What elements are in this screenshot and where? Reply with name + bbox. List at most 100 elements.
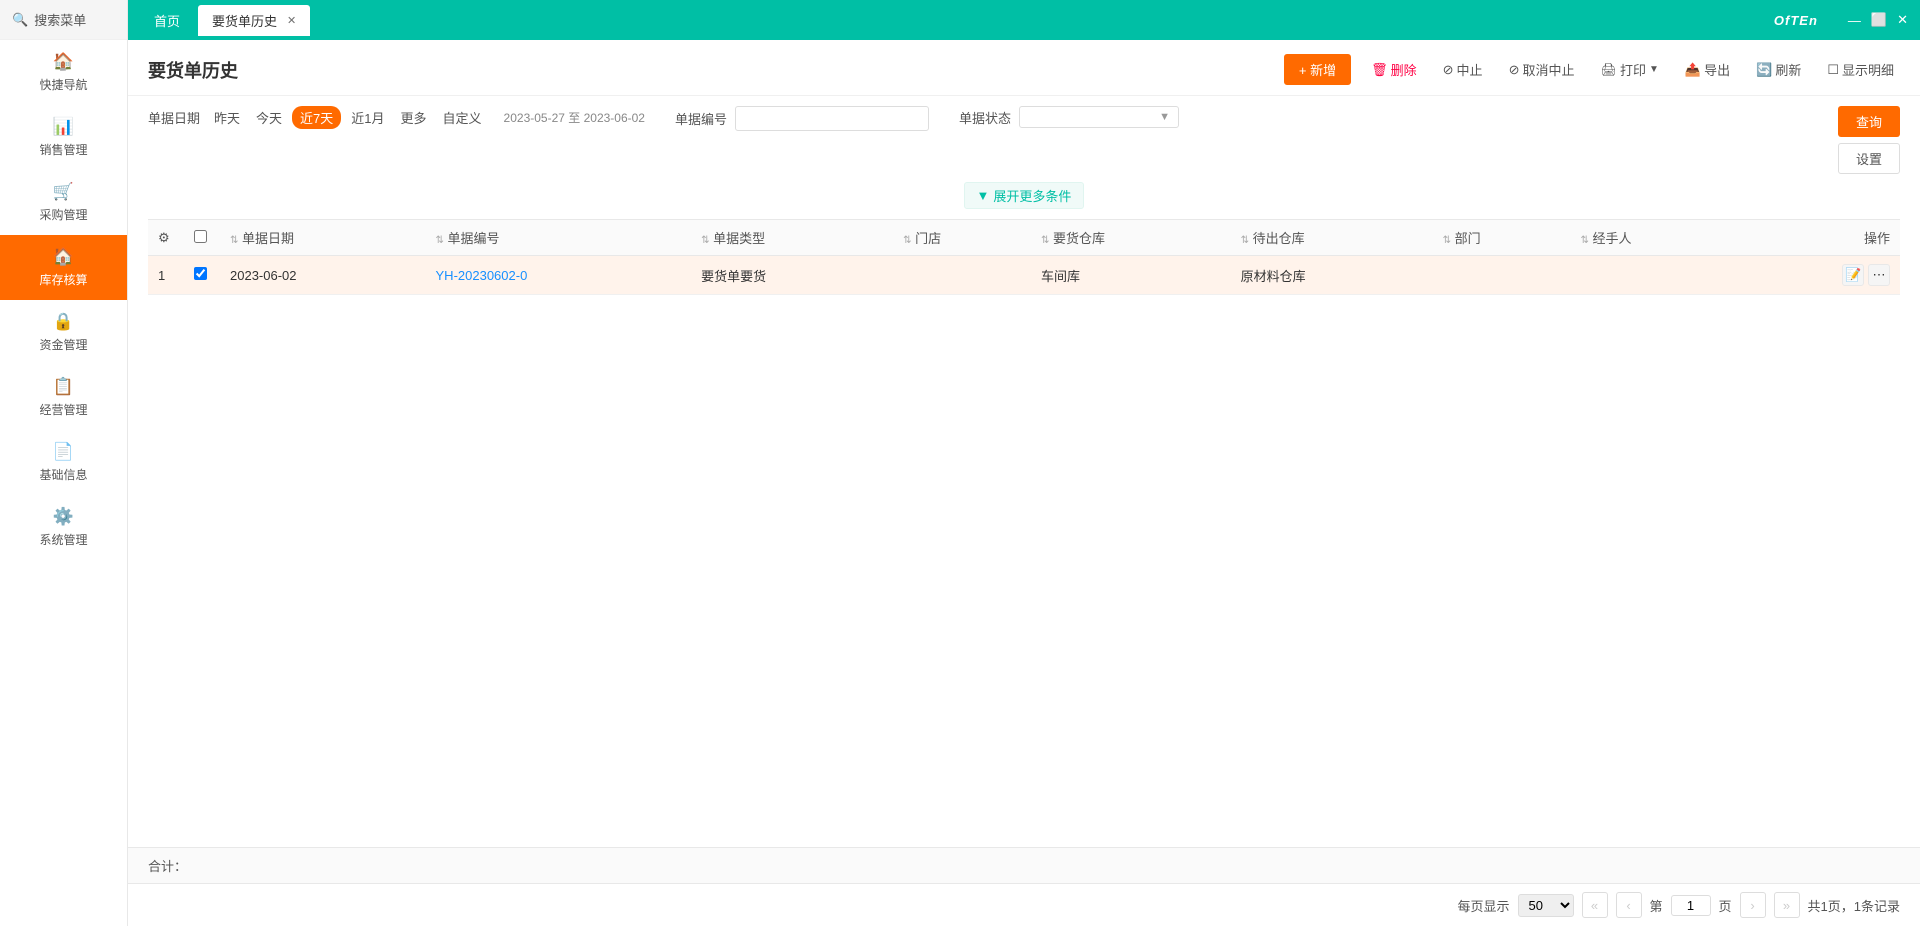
sidebar-item-operation[interactable]: 📋 经营管理 xyxy=(0,365,127,430)
basic-icon: 📄 xyxy=(53,442,74,462)
date-filters: 昨天 今天 近7天 近1月 更多 自定义 xyxy=(208,106,488,129)
operation-icon: 📋 xyxy=(53,377,74,397)
brand-label: OfTEn xyxy=(1774,13,1818,28)
page-number-input[interactable]: 1 xyxy=(1671,895,1711,916)
per-page-label: 每页显示 xyxy=(1457,896,1509,915)
col-header-pending-warehouse[interactable]: ⇅ 待出仓库 xyxy=(1231,220,1433,256)
refresh-button[interactable]: 🔄 刷新 xyxy=(1750,56,1807,83)
query-button[interactable]: 查询 xyxy=(1838,106,1900,137)
col-header-date[interactable]: ⇅ 单据日期 xyxy=(220,220,426,256)
delete-button[interactable]: 🗑 删除 xyxy=(1365,56,1423,83)
sidebar-item-system[interactable]: ⚙️ 系统管理 xyxy=(0,495,127,560)
sales-icon: 📊 xyxy=(53,117,74,137)
new-button[interactable]: + 新增 xyxy=(1284,54,1351,85)
sort-icon: ⇅ xyxy=(903,235,911,246)
row-dept xyxy=(1433,256,1571,295)
docstatus-select[interactable]: ▼ xyxy=(1019,106,1179,128)
date-btn-1month[interactable]: 近1月 xyxy=(345,106,390,129)
sidebar-item-sales[interactable]: 📊 销售管理 xyxy=(0,105,127,170)
first-page-button[interactable]: « xyxy=(1582,892,1608,918)
col-header-action: 操作 xyxy=(1739,220,1900,256)
date-btn-more[interactable]: 更多 xyxy=(395,106,433,129)
row-store xyxy=(893,256,1031,295)
row-docno-link[interactable]: YH-20230602-0 xyxy=(436,268,528,283)
sidebar-item-basic[interactable]: 📄 基础信息 xyxy=(0,430,127,495)
print-dropdown-icon: ▼ xyxy=(1649,64,1659,75)
sidebar-item-quick-nav[interactable]: 🏠 快捷导航 xyxy=(0,40,127,105)
maximize-button[interactable]: ⬜ xyxy=(1871,12,1887,28)
sidebar-item-label: 基础信息 xyxy=(39,466,87,483)
col-header-doctype[interactable]: ⇅ 单据类型 xyxy=(691,220,893,256)
finance-icon: 🔒 xyxy=(53,312,74,332)
date-btn-7days[interactable]: 近7天 xyxy=(292,106,341,129)
row-checkbox[interactable] xyxy=(184,256,220,295)
system-icon: ⚙️ xyxy=(53,507,74,527)
sidebar-item-purchase[interactable]: 🛒 采购管理 xyxy=(0,170,127,235)
tab-close-icon[interactable]: ✕ xyxy=(287,14,296,27)
sidebar-item-label: 资金管理 xyxy=(39,336,87,353)
row-docno: YH-20230602-0 xyxy=(426,256,692,295)
sidebar-item-label: 系统管理 xyxy=(39,531,87,548)
per-page-select[interactable]: 50 100 200 xyxy=(1518,894,1574,917)
date-btn-custom[interactable]: 自定义 xyxy=(437,106,488,129)
date-btn-yesterday[interactable]: 昨天 xyxy=(208,106,246,129)
sidebar-search[interactable]: 🔍 搜索菜单 xyxy=(0,0,127,40)
checkbox-icon: ☐ xyxy=(1827,62,1839,78)
table-footer: 合计： xyxy=(128,847,1920,883)
row-edit-button[interactable]: 📝 xyxy=(1842,264,1864,286)
stop-label: 中止 xyxy=(1457,60,1483,79)
col-header-handler[interactable]: ⇅ 经手人 xyxy=(1571,220,1740,256)
filter-main-row: 单据日期 昨天 今天 近7天 近1月 更多 自定义 2023-05-27 至 2… xyxy=(148,106,1900,174)
col-header-docno[interactable]: ⇅ 单据编号 xyxy=(426,220,692,256)
print-button[interactable]: 🖨 打印 ▼ xyxy=(1594,56,1664,83)
next-page-button[interactable]: › xyxy=(1740,892,1766,918)
topbar: 首页 要货单历史 ✕ OfTEn — ⬜ ✕ xyxy=(128,0,1920,40)
close-button[interactable]: ✕ xyxy=(1897,12,1908,28)
sort-icon: ⇅ xyxy=(1041,235,1049,246)
filter-settings-button[interactable]: 设置 xyxy=(1838,143,1900,174)
col-header-settings[interactable]: ⚙ xyxy=(148,220,184,256)
date-range: 2023-05-27 至 2023-06-02 xyxy=(504,109,645,126)
select-all-checkbox[interactable] xyxy=(194,230,207,243)
sort-icon: ⇅ xyxy=(436,235,444,246)
sidebar-item-label: 库存核算 xyxy=(39,271,87,288)
print-icon: 🖨 xyxy=(1600,62,1617,78)
date-filter-col: 单据日期 昨天 今天 近7天 近1月 更多 自定义 2023-05-27 至 2… xyxy=(148,106,645,129)
docstatus-filter-label: 单据状态 xyxy=(959,108,1011,127)
last-page-button[interactable]: » xyxy=(1774,892,1800,918)
docno-filter-label: 单据编号 xyxy=(675,109,727,128)
home-icon: 🏠 xyxy=(53,52,74,72)
col-header-store[interactable]: ⇅ 门店 xyxy=(893,220,1031,256)
show-detail-button[interactable]: ☐ 显示明细 xyxy=(1821,56,1900,83)
export-label: 导出 xyxy=(1704,60,1730,79)
row-index: 1 xyxy=(148,256,184,295)
prev-page-button[interactable]: ‹ xyxy=(1616,892,1642,918)
date-btn-today[interactable]: 今天 xyxy=(250,106,288,129)
tab-home[interactable]: 首页 xyxy=(140,5,194,36)
data-table: ⚙ ⇅ 单据日期 ⇅ 单据编号 xyxy=(148,219,1900,295)
cancel-stop-button[interactable]: ⊘ 取消中止 xyxy=(1503,56,1581,83)
print-label: 打印 xyxy=(1620,60,1646,79)
sidebar-item-inventory[interactable]: 🏠 库存核算 xyxy=(0,235,127,300)
row-actions: 📝 ⋯ xyxy=(1739,256,1900,295)
export-button[interactable]: 📤 导出 xyxy=(1679,56,1736,83)
page-word-label: 第 xyxy=(1650,896,1663,915)
tab-requisition-history[interactable]: 要货单历史 ✕ xyxy=(198,5,310,36)
sidebar-item-label: 快捷导航 xyxy=(39,76,87,93)
topbar-right: OfTEn — ⬜ ✕ xyxy=(1774,12,1908,28)
tab-home-label: 首页 xyxy=(154,11,180,30)
sort-icon: ⇅ xyxy=(701,235,709,246)
docno-filter-input[interactable] xyxy=(735,106,929,131)
col-header-dept[interactable]: ⇅ 部门 xyxy=(1433,220,1571,256)
inventory-icon: 🏠 xyxy=(53,247,74,267)
row-more-button[interactable]: ⋯ xyxy=(1868,264,1890,286)
expand-more-button[interactable]: ▼ 展开更多条件 xyxy=(964,182,1085,209)
sidebar-item-finance[interactable]: 🔒 资金管理 xyxy=(0,300,127,365)
refresh-label: 刷新 xyxy=(1775,60,1801,79)
minimize-button[interactable]: — xyxy=(1848,13,1861,28)
col-header-checkbox[interactable] xyxy=(184,220,220,256)
col-header-req-warehouse[interactable]: ⇅ 要货仓库 xyxy=(1031,220,1231,256)
stop-button[interactable]: ⊘ 中止 xyxy=(1437,56,1489,83)
toolbar: + 新增 🗑 删除 ⊘ 中止 ⊘ 取消中止 🖨 打 xyxy=(1284,54,1900,85)
row-select-checkbox[interactable] xyxy=(194,267,207,280)
